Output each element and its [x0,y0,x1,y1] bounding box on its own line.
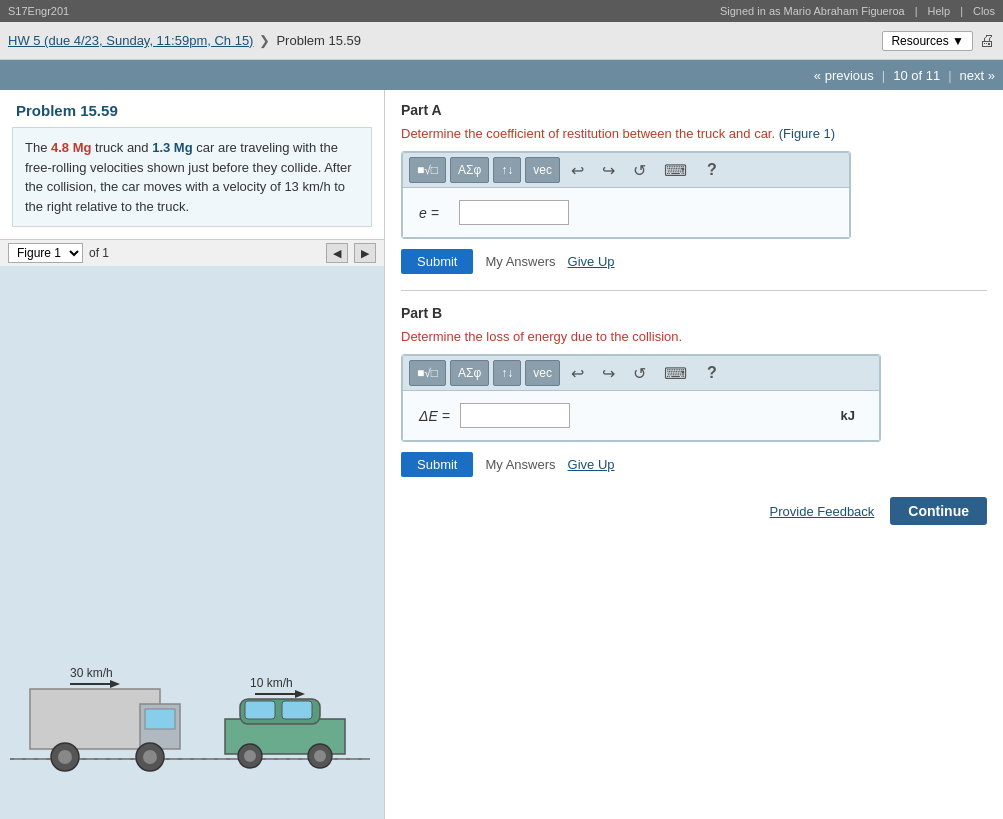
part-a-question-text: Determine the coefficient of restitution… [401,126,775,141]
refresh-btn-b[interactable]: ↺ [626,360,653,386]
svg-text:30 km/h: 30 km/h [70,666,113,680]
provide-feedback-link[interactable]: Provide Feedback [770,504,875,519]
breadcrumb-current: Problem 15.59 [276,33,361,48]
svg-point-6 [58,750,72,764]
help-btn-b[interactable]: ? [698,360,726,386]
figure-select[interactable]: Figure 1 [8,243,83,263]
problem-text: The 4.8 Mg truck and 1.3 Mg car are trav… [12,127,372,227]
main-layout: Problem 15.59 The 4.8 Mg truck and 1.3 M… [0,90,1003,819]
left-panel: Problem 15.59 The 4.8 Mg truck and 1.3 M… [0,90,385,819]
breadcrumb-bar: HW 5 (due 4/23, Sunday, 11:59pm, Ch 15) … [0,22,1003,60]
answer-input-a[interactable] [459,200,569,225]
keyboard-btn-b[interactable]: ⌨ [657,360,694,386]
submit-row-b: Submit My Answers Give Up [401,452,987,477]
greek-btn-a[interactable]: ΑΣφ [450,157,489,183]
close-link[interactable]: Clos [973,5,995,17]
toolbar-a: ■√□ ΑΣφ ↑↓ vec ↩ ↪ ↺ ⌨ ? [402,152,850,187]
next-link[interactable]: next » [960,68,995,83]
breadcrumb-right: Resources ▼ 🖨 [882,31,995,51]
figure-canvas: 30 km/h 10 km/h [0,266,384,819]
print-icon[interactable]: 🖨 [979,32,995,50]
figure-of: of 1 [89,246,109,260]
help-link[interactable]: Help [928,5,951,17]
refresh-btn-a[interactable]: ↺ [626,157,653,183]
arrows-btn-a[interactable]: ↑↓ [493,157,521,183]
answer-input-b[interactable] [460,403,570,428]
nav-sep2: | [948,68,951,83]
sqrt-btn-b[interactable]: ■√□ [409,360,446,386]
my-answers-b: My Answers [485,457,555,472]
part-separator [401,290,987,291]
submit-row-a: Submit My Answers Give Up [401,249,987,274]
submit-btn-a[interactable]: Submit [401,249,473,274]
page-info: 10 of 11 [893,68,940,83]
nav-sep: | [882,68,885,83]
help-btn-a[interactable]: ? [698,157,726,183]
keyboard-btn-a[interactable]: ⌨ [657,157,694,183]
svg-rect-15 [282,701,312,719]
breadcrumb-sep: ❯ [259,33,270,48]
signed-in-label: Signed in as Mario Abraham Figueroa [720,5,905,17]
problem-word: Problem [16,102,76,119]
svg-point-8 [143,750,157,764]
svg-point-17 [244,750,256,762]
answer-label-b: ΔE = [419,408,450,424]
give-up-a[interactable]: Give Up [568,254,615,269]
submit-btn-b[interactable]: Submit [401,452,473,477]
svg-marker-22 [295,690,305,698]
previous-link[interactable]: « previous [814,68,874,83]
svg-rect-4 [145,709,175,729]
unit-label-b: kJ [841,408,863,423]
course-label: S17Engr201 [8,5,69,17]
problem-number: 15.59 [80,102,118,119]
scene-svg: 30 km/h 10 km/h [10,589,370,789]
undo-btn-b[interactable]: ↩ [564,360,591,386]
nav-bar: « previous | 10 of 11 | next » [0,60,1003,90]
truck-mass: 4.8 Mg [51,140,91,155]
nav-sep2: | [960,5,963,17]
part-b-question: Determine the loss of energy due to the … [401,329,987,344]
figure-selector: Figure 1 of 1 ◀ ▶ [0,239,384,266]
toolbar-b: ■√□ ΑΣφ ↑↓ vec ↩ ↪ ↺ ⌨ ? [402,355,880,390]
hw-link[interactable]: HW 5 (due 4/23, Sunday, 11:59pm, Ch 15) [8,33,253,48]
arrows-btn-b[interactable]: ↑↓ [493,360,521,386]
redo-btn-a[interactable]: ↪ [595,157,622,183]
my-answers-a: My Answers [485,254,555,269]
svg-marker-11 [110,680,120,688]
answer-label-a: e = [419,205,449,221]
right-panel: Part A Determine the coefficient of rest… [385,90,1003,819]
part-a-question: Determine the coefficient of restitution… [401,126,987,141]
figure-next-arrow[interactable]: ▶ [354,243,376,263]
vec-btn-a[interactable]: vec [525,157,560,183]
top-bar: S17Engr201 Signed in as Mario Abraham Fi… [0,0,1003,22]
sqrt-btn-a[interactable]: ■√□ [409,157,446,183]
svg-rect-14 [245,701,275,719]
continue-button[interactable]: Continue [890,497,987,525]
greek-btn-b[interactable]: ΑΣφ [450,360,489,386]
resources-button[interactable]: Resources ▼ [882,31,973,51]
problem-title: Problem 15.59 [0,90,384,127]
text-mid1: truck and [91,140,152,155]
redo-btn-b[interactable]: ↪ [595,360,622,386]
part-b-question-text: Determine the loss of energy due to the … [401,329,682,344]
answer-area-b: ΔE = kJ [402,390,880,441]
give-up-b[interactable]: Give Up [568,457,615,472]
svg-text:10 km/h: 10 km/h [250,676,293,690]
undo-btn-a[interactable]: ↩ [564,157,591,183]
breadcrumb: HW 5 (due 4/23, Sunday, 11:59pm, Ch 15) … [8,33,361,48]
action-row: Provide Feedback Continue [401,497,987,525]
figure-prev-arrow[interactable]: ◀ [326,243,348,263]
svg-point-19 [314,750,326,762]
text-intro: The [25,140,51,155]
nav-sep: | [915,5,918,17]
vec-btn-b[interactable]: vec [525,360,560,386]
part-a-title: Part A [401,102,987,118]
car-mass: 1.3 Mg [152,140,192,155]
part-b-title: Part B [401,305,987,321]
answer-area-a: e = [402,187,850,238]
figure-link-a[interactable]: (Figure 1) [779,126,835,141]
